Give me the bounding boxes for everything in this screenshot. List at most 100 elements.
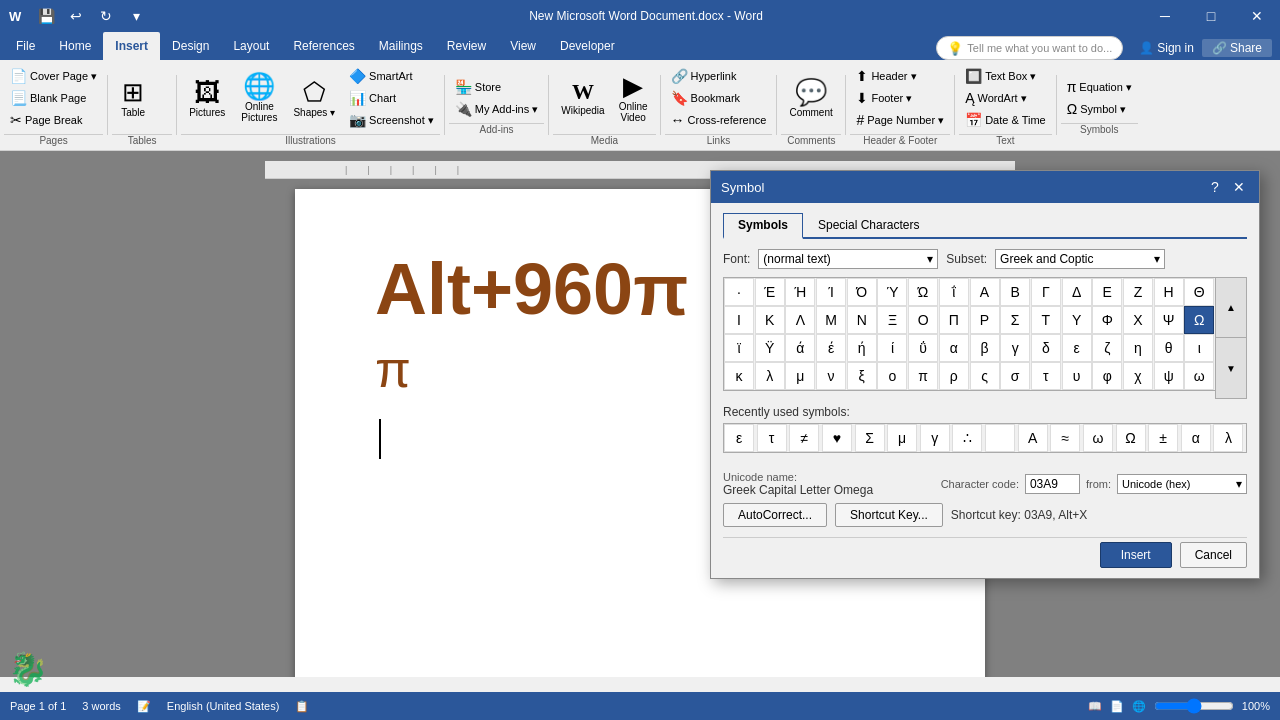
symbol-cell[interactable]: Ώ <box>908 278 938 306</box>
view-print-button[interactable]: 📄 <box>1110 700 1124 713</box>
symbol-cell[interactable]: Ύ <box>877 278 907 306</box>
symbol-cell[interactable]: Ζ <box>1123 278 1153 306</box>
symbol-cell[interactable]: Θ <box>1184 278 1214 306</box>
symbol-cell[interactable]: Ό <box>847 278 877 306</box>
recent-symbol[interactable]: ♥ <box>822 424 852 452</box>
tab-layout[interactable]: Layout <box>221 32 281 60</box>
recent-symbol[interactable]: A <box>1018 424 1048 452</box>
symbol-grid-scroll-down[interactable]: ▼ <box>1216 338 1246 398</box>
dialog-tab-special-characters[interactable]: Special Characters <box>803 213 934 237</box>
symbol-cell[interactable]: η <box>1123 334 1153 362</box>
symbol-cell[interactable]: Ι <box>724 306 754 334</box>
smartart-button[interactable]: 🔷SmartArt <box>345 66 438 86</box>
recent-symbol[interactable]: ε <box>724 424 754 452</box>
page-break-button[interactable]: ✂Page Break <box>6 110 101 130</box>
symbol-cell[interactable]: τ <box>1031 362 1061 390</box>
symbol-cell[interactable]: ί <box>877 334 907 362</box>
header-button[interactable]: ⬆Header ▾ <box>852 66 948 86</box>
symbol-cell[interactable]: ρ <box>939 362 969 390</box>
symbol-cell[interactable]: Υ <box>1062 306 1092 334</box>
dialog-close-button[interactable]: ✕ <box>1229 177 1249 197</box>
recent-symbol[interactable]: ≠ <box>789 424 819 452</box>
close-button[interactable]: ✕ <box>1234 0 1280 32</box>
hyperlink-button[interactable]: 🔗Hyperlink <box>667 66 771 86</box>
symbol-cell[interactable]: Ο <box>908 306 938 334</box>
symbol-cell[interactable]: Χ <box>1123 306 1153 334</box>
symbol-cell[interactable]: ι <box>1184 334 1214 362</box>
symbol-cell[interactable]: λ <box>755 362 785 390</box>
text-box-button[interactable]: 🔲Text Box ▾ <box>961 66 1050 86</box>
symbol-cell[interactable]: φ <box>1092 362 1122 390</box>
symbol-cell[interactable]: Ί <box>816 278 846 306</box>
save-button[interactable]: 💾 <box>32 2 60 30</box>
symbol-cell[interactable]: β <box>970 334 1000 362</box>
recent-symbol[interactable]: μ <box>887 424 917 452</box>
pictures-button[interactable]: 🖼 Pictures <box>183 66 231 130</box>
symbol-cell[interactable]: Τ <box>1031 306 1061 334</box>
recent-symbol[interactable]: ≈ <box>1050 424 1080 452</box>
symbol-cell[interactable]: ψ <box>1154 362 1184 390</box>
symbol-cell[interactable]: Ψ <box>1154 306 1184 334</box>
symbol-cell[interactable]: ά <box>785 334 815 362</box>
symbol-cell[interactable]: ϊ <box>724 334 754 362</box>
shortcut-key-button[interactable]: Shortcut Key... <box>835 503 943 527</box>
symbol-cell[interactable]: Π <box>939 306 969 334</box>
symbol-cell[interactable]: Η <box>1154 278 1184 306</box>
symbol-cell[interactable]: Σ <box>1000 306 1030 334</box>
tab-insert[interactable]: Insert <box>103 32 160 60</box>
symbol-cell[interactable]: Ή <box>785 278 815 306</box>
tell-me-input[interactable]: 💡 Tell me what you want to do... <box>936 36 1123 60</box>
subset-select[interactable]: Greek and Coptic ▾ <box>995 249 1165 269</box>
table-button[interactable]: ⊞ Table <box>114 66 152 130</box>
symbol-cell[interactable]: ν <box>816 362 846 390</box>
undo-button[interactable]: ↩ <box>62 2 90 30</box>
minimize-button[interactable]: ─ <box>1142 0 1188 32</box>
dialog-tab-symbols[interactable]: Symbols <box>723 213 803 239</box>
symbol-cell[interactable]: θ <box>1154 334 1184 362</box>
symbol-cell[interactable]: δ <box>1031 334 1061 362</box>
cancel-button[interactable]: Cancel <box>1180 542 1247 568</box>
symbol-cell[interactable]: γ <box>1000 334 1030 362</box>
cross-reference-button[interactable]: ↔Cross-reference <box>667 110 771 130</box>
autocorrect-button[interactable]: AutoCorrect... <box>723 503 827 527</box>
recent-symbol[interactable]: λ <box>1213 424 1243 452</box>
symbol-cell[interactable]: ή <box>847 334 877 362</box>
symbol-cell[interactable]: Ν <box>847 306 877 334</box>
store-button[interactable]: 🏪Store <box>451 77 542 97</box>
symbol-cell[interactable]: Ξ <box>877 306 907 334</box>
recent-symbol[interactable] <box>985 424 1015 452</box>
symbol-cell[interactable]: Δ <box>1062 278 1092 306</box>
symbol-button[interactable]: ΩSymbol ▾ <box>1063 99 1136 119</box>
symbol-cell[interactable]: α <box>939 334 969 362</box>
recent-symbol[interactable]: τ <box>757 424 787 452</box>
tab-developer[interactable]: Developer <box>548 32 627 60</box>
bookmark-button[interactable]: 🔖Bookmark <box>667 88 771 108</box>
symbol-grid-scroll-up[interactable]: ▲ <box>1216 278 1246 338</box>
symbol-cell[interactable]: κ <box>724 362 754 390</box>
symbol-cell-omega[interactable]: Ω <box>1184 306 1214 334</box>
maximize-button[interactable]: □ <box>1188 0 1234 32</box>
symbol-cell[interactable]: ω <box>1184 362 1214 390</box>
symbol-cell[interactable]: ΰ <box>908 334 938 362</box>
share-button[interactable]: 🔗Share <box>1202 39 1272 57</box>
sign-in-button[interactable]: 👤Sign in <box>1139 41 1194 55</box>
symbol-cell[interactable]: Κ <box>755 306 785 334</box>
equation-button[interactable]: πEquation ▾ <box>1063 77 1136 97</box>
symbol-cell[interactable]: έ <box>816 334 846 362</box>
char-code-input[interactable] <box>1025 474 1080 494</box>
tab-review[interactable]: Review <box>435 32 498 60</box>
wikipedia-button[interactable]: W Wikipedia <box>555 66 610 130</box>
tab-mailings[interactable]: Mailings <box>367 32 435 60</box>
symbol-cell[interactable]: ς <box>970 362 1000 390</box>
recent-symbol[interactable]: α <box>1181 424 1211 452</box>
customize-qat-button[interactable]: ▾ <box>122 2 150 30</box>
symbol-cell[interactable]: Β <box>1000 278 1030 306</box>
shapes-button[interactable]: ⬠ Shapes ▾ <box>287 66 341 130</box>
symbol-cell[interactable]: σ <box>1000 362 1030 390</box>
symbol-cell[interactable]: ξ <box>847 362 877 390</box>
encoding-select[interactable]: Unicode (hex) ▾ <box>1117 474 1247 494</box>
insert-button[interactable]: Insert <box>1100 542 1172 568</box>
footer-button[interactable]: ⬇Footer ▾ <box>852 88 948 108</box>
symbol-cell[interactable]: Μ <box>816 306 846 334</box>
screenshot-button[interactable]: 📷Screenshot ▾ <box>345 110 438 130</box>
